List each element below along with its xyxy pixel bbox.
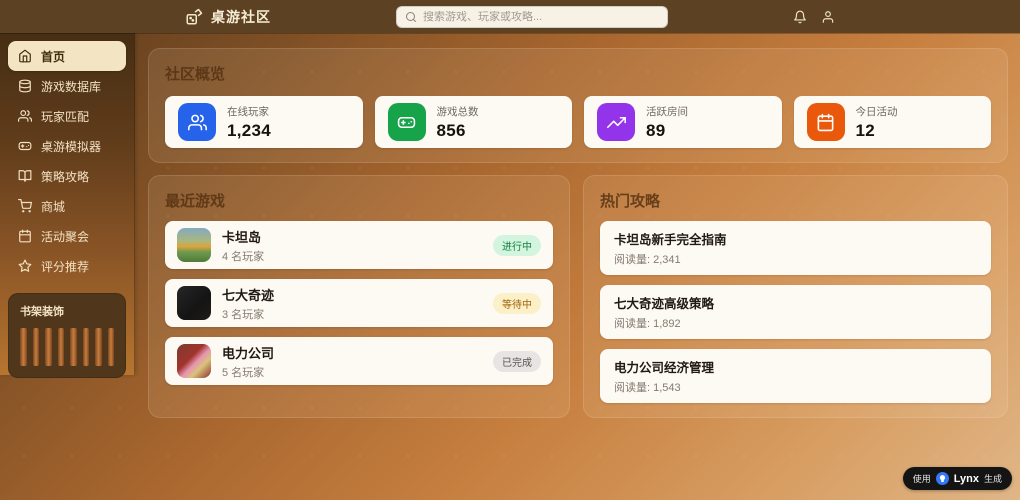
bookshelf-decoration: 书架装饰: [8, 293, 126, 378]
calendar-icon: [19, 229, 31, 243]
sidebar: 首页 游戏数据库 玩家匹配 桌游模拟器 策略攻略 商城 活动聚会 评分推荐 书架…: [0, 33, 135, 378]
book-spine: [82, 328, 89, 366]
gamepad-icon: [18, 141, 32, 151]
stat-label: 今日活动: [855, 105, 898, 118]
book-spine: [107, 328, 114, 366]
stat-label: 在线玩家: [227, 105, 269, 118]
sidebar-item-strategy[interactable]: 策略攻略: [8, 161, 126, 191]
lynx-generated-badge[interactable]: 使用 Lynx 生成: [902, 467, 1012, 490]
sidebar-item-label: 评分推荐: [41, 259, 90, 274]
lynx-logo-icon: [935, 472, 949, 485]
game-players: 3 名玩家: [222, 308, 265, 321]
game-name: 七大奇迹: [222, 287, 275, 303]
gamepad-icon: [387, 103, 426, 141]
hot-guides-title: 热门攻略: [600, 193, 661, 210]
game-thumbnail: [177, 344, 211, 378]
sidebar-item-label: 策略攻略: [41, 169, 90, 184]
guide-title: 七大奇迹高级策略: [614, 297, 715, 311]
stat-card-active-rooms[interactable]: 活跃房间 89: [584, 96, 782, 148]
guide-row[interactable]: 七大奇迹高级策略 阅读量: 1,892: [600, 285, 991, 339]
bookshelf-title: 书架装饰: [20, 306, 64, 318]
overview-title: 社区概览: [165, 66, 226, 83]
star-icon: [18, 259, 32, 272]
search-icon: [406, 11, 416, 22]
guide-reads: 阅读量: 1,543: [614, 382, 681, 394]
stat-card-online-players[interactable]: 在线玩家 1,234: [165, 96, 363, 148]
book-icon: [18, 170, 32, 182]
game-thumbnail: [177, 286, 211, 320]
stat-value: 856: [436, 120, 466, 140]
sidebar-item-shop[interactable]: 商城: [8, 191, 126, 221]
stat-value: 12: [855, 120, 876, 140]
game-name: 卡坦岛: [222, 229, 262, 245]
status-badge: 已完成: [493, 350, 541, 372]
badge-prefix: 使用: [912, 474, 931, 484]
book-spines: [20, 328, 114, 366]
book-spine: [95, 328, 102, 366]
game-thumbnail: [177, 228, 211, 262]
book-spine: [45, 328, 52, 366]
guide-reads: 阅读量: 2,341: [614, 254, 681, 266]
guide-row[interactable]: 电力公司经济管理 阅读量: 1,543: [600, 349, 991, 403]
sidebar-item-label: 桌游模拟器: [41, 139, 102, 154]
stat-label: 活跃房间: [646, 105, 688, 118]
sidebar-item-game-database[interactable]: 游戏数据库: [8, 71, 126, 101]
stat-card-total-games[interactable]: 游戏总数 856: [374, 96, 572, 148]
stat-value: 1,234: [227, 120, 272, 140]
app-header: 桌游社区: [0, 0, 1020, 33]
user-icon[interactable]: [821, 10, 835, 24]
book-spine: [32, 328, 39, 366]
status-badge: 等待中: [493, 292, 541, 314]
app-logo: 桌游社区: [185, 7, 271, 27]
home-icon: [19, 49, 31, 63]
search-bar[interactable]: [396, 5, 668, 28]
game-row-catan[interactable]: 卡坦岛 4 名玩家 进行中: [165, 221, 553, 269]
guide-title: 电力公司经济管理: [614, 361, 715, 375]
badge-brand: Lynx: [953, 472, 979, 485]
calendar-icon: [806, 103, 845, 141]
guide-title: 卡坦岛新手完全指南: [614, 233, 727, 247]
sidebar-item-label: 玩家匹配: [41, 109, 90, 124]
search-input[interactable]: [423, 10, 659, 23]
sidebar-item-label: 首页: [41, 49, 66, 64]
book-spine: [20, 328, 27, 366]
game-row-powergrid[interactable]: 电力公司 5 名玩家 已完成: [165, 337, 553, 385]
game-players: 5 名玩家: [222, 366, 265, 379]
hot-guides-section: 热门攻略 卡坦岛新手完全指南 阅读量: 2,341 七大奇迹高级策略 阅读量: …: [583, 175, 1008, 418]
book-spine: [57, 328, 64, 366]
dice-icon: [185, 8, 203, 26]
sidebar-item-label: 活动聚会: [41, 229, 90, 244]
users-icon: [18, 110, 32, 122]
recent-games-title: 最近游戏: [165, 193, 226, 210]
game-players: 4 名玩家: [222, 250, 265, 263]
trending-up-icon: [597, 103, 635, 141]
bell-icon[interactable]: [793, 10, 807, 24]
recent-games-section: 最近游戏 卡坦岛 4 名玩家 进行中 七大奇迹 3 名玩家 等待中 电力公司 5…: [148, 175, 570, 418]
stat-value: 89: [646, 120, 666, 140]
game-name: 电力公司: [222, 345, 275, 361]
sidebar-item-label: 商城: [41, 199, 66, 214]
sidebar-item-home[interactable]: 首页: [8, 41, 126, 71]
page-title: 桌游社区: [211, 8, 271, 25]
status-badge: 进行中: [493, 234, 541, 256]
badge-suffix: 生成: [983, 474, 1002, 484]
book-spine: [70, 328, 77, 366]
stat-card-today-events[interactable]: 今日活动 12: [793, 96, 991, 148]
sidebar-item-ratings[interactable]: 评分推荐: [8, 251, 126, 281]
main-content: 社区概览 在线玩家 1,234 游戏总数 856 活跃房间 89 今日活动 12…: [148, 48, 1008, 418]
sidebar-item-simulator[interactable]: 桌游模拟器: [8, 131, 126, 161]
guide-reads: 阅读量: 1,892: [614, 318, 681, 330]
sidebar-item-events[interactable]: 活动聚会: [8, 221, 126, 251]
guide-row[interactable]: 卡坦岛新手完全指南 阅读量: 2,341: [600, 221, 991, 275]
overview-section: 社区概览 在线玩家 1,234 游戏总数 856 活跃房间 89 今日活动 12: [148, 48, 1008, 163]
database-icon: [19, 79, 31, 93]
sidebar-item-player-match[interactable]: 玩家匹配: [8, 101, 126, 131]
game-row-7wonders[interactable]: 七大奇迹 3 名玩家 等待中: [165, 279, 553, 327]
users-icon: [178, 103, 216, 141]
stat-label: 游戏总数: [436, 105, 479, 118]
cart-icon: [18, 199, 32, 213]
sidebar-item-label: 游戏数据库: [41, 79, 102, 94]
